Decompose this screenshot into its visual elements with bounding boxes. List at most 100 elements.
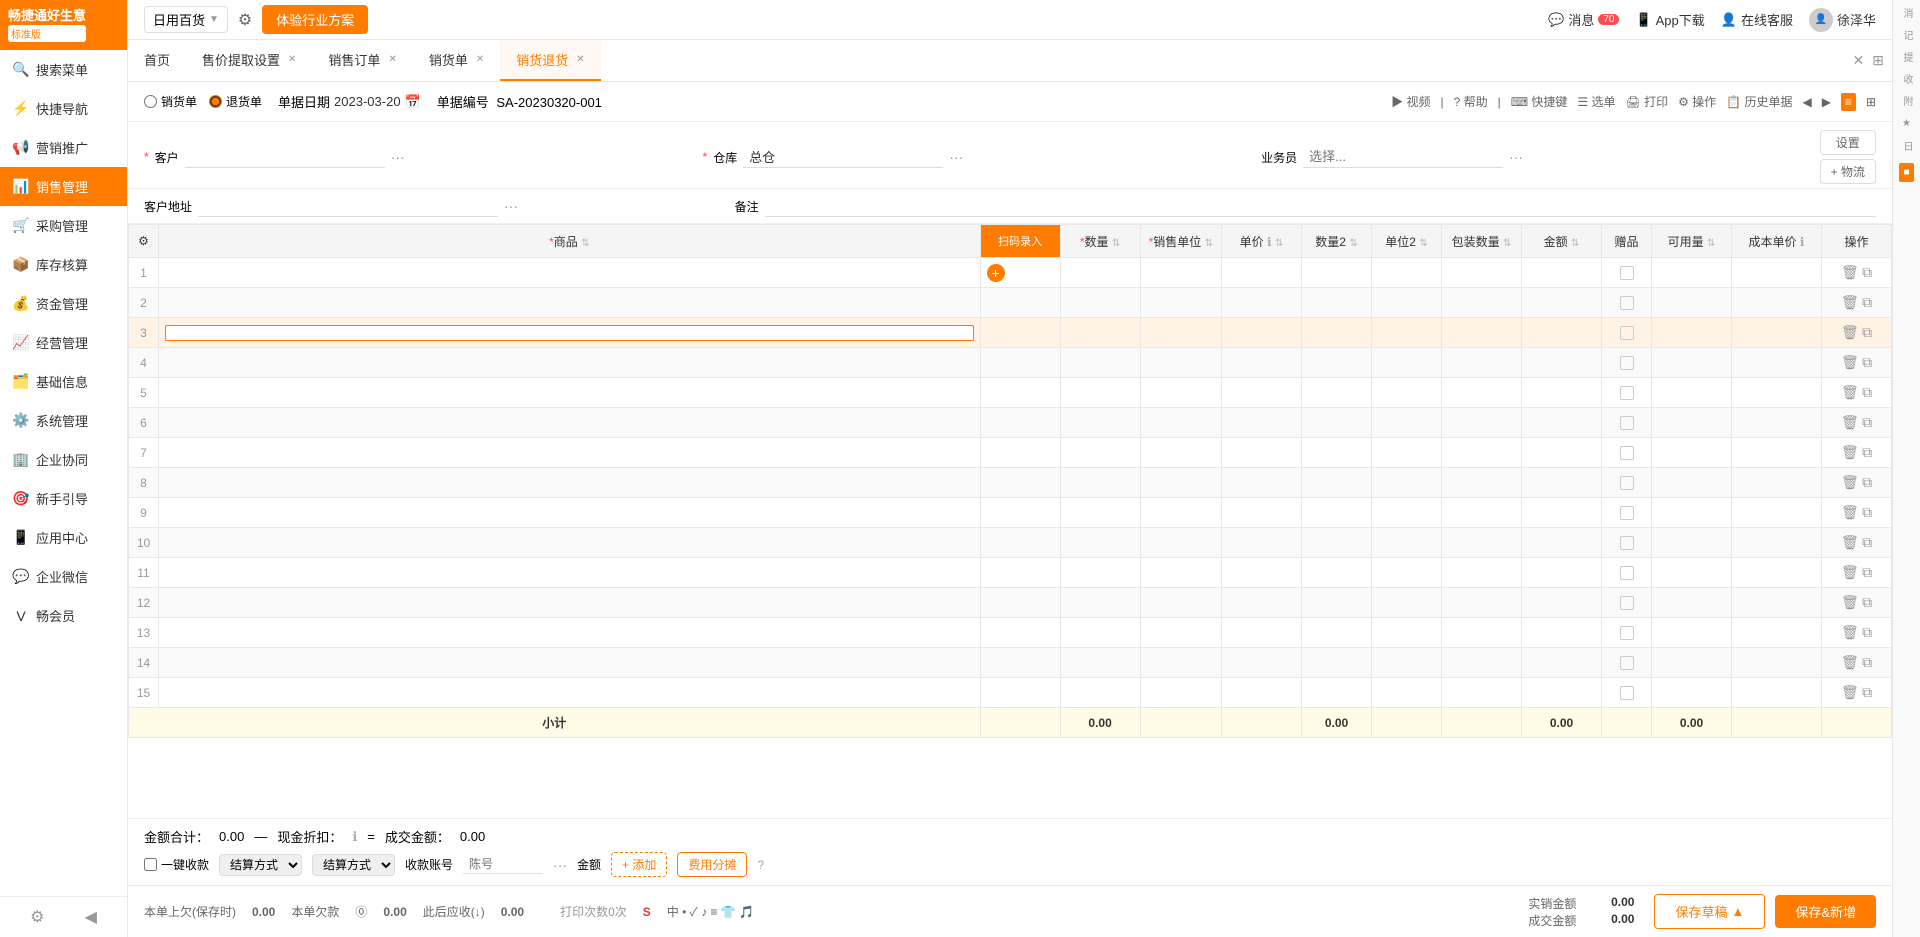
row-10-gift[interactable] <box>1602 528 1652 558</box>
row-13-pack[interactable] <box>1442 618 1522 648</box>
row-15-gift[interactable] <box>1602 678 1652 708</box>
logistics-btn[interactable]: + 物流 <box>1820 159 1876 184</box>
row-6-price[interactable] <box>1222 408 1302 438</box>
row-3-amount[interactable] <box>1522 318 1602 348</box>
sidebar-item-wechat[interactable]: 💬 企业微信 <box>0 557 127 596</box>
row-3-unit2[interactable] <box>1372 318 1442 348</box>
row-15-pack[interactable] <box>1442 678 1522 708</box>
row-4-product[interactable] <box>159 348 981 378</box>
row-copy-btn[interactable]: ⧉ <box>1862 504 1872 521</box>
row-1-pack[interactable] <box>1442 258 1522 288</box>
row-8-cost[interactable] <box>1732 468 1822 498</box>
row-12-qty2[interactable] <box>1302 588 1372 618</box>
row-13-gift[interactable] <box>1602 618 1652 648</box>
row-8-pack[interactable] <box>1442 468 1522 498</box>
row-6-qty2[interactable] <box>1302 408 1372 438</box>
row-3-price[interactable] <box>1222 318 1302 348</box>
row-delete-btn[interactable]: 🗑 <box>1841 294 1859 311</box>
add-payment-btn[interactable]: + 添加 <box>611 852 667 877</box>
trial-btn[interactable]: 体验行业方案 <box>262 5 368 34</box>
row-11-avail[interactable] <box>1652 558 1732 588</box>
row-copy-btn[interactable]: ⧉ <box>1862 684 1872 701</box>
th-scan[interactable]: 扫码录入 <box>980 225 1060 258</box>
row-2-amount[interactable] <box>1522 288 1602 318</box>
row-13-amount[interactable] <box>1522 618 1602 648</box>
history-btn[interactable]: 📋 历史单据 <box>1726 93 1792 110</box>
row-5-pack[interactable] <box>1442 378 1522 408</box>
row-1-qty[interactable] <box>1060 258 1140 288</box>
row-delete-btn[interactable]: 🗑 <box>1841 444 1859 461</box>
row-10-pack[interactable] <box>1442 528 1522 558</box>
shortcut-key-btn[interactable]: ⌨ 快捷键 <box>1511 93 1568 110</box>
tab-price-settings-close-icon[interactable]: ✕ <box>288 54 296 65</box>
discount-info-icon[interactable]: ℹ <box>352 829 357 845</box>
gift-checkbox[interactable] <box>1620 536 1634 550</box>
settle-method-select[interactable]: 结算方式 <box>219 854 302 876</box>
topbar-gear-icon[interactable]: ⚙ <box>238 10 252 30</box>
row-4-unit2[interactable] <box>1372 348 1442 378</box>
row-3-avail[interactable] <box>1652 318 1732 348</box>
sidebar-item-sales[interactable]: 📊 销售管理 <box>0 167 127 206</box>
row-copy-btn[interactable]: ⧉ <box>1862 474 1872 491</box>
row-copy-btn[interactable]: ⧉ <box>1862 594 1872 611</box>
operate-btn[interactable]: ⚙ 操作 <box>1678 93 1716 110</box>
row-3-unit[interactable] <box>1140 318 1221 348</box>
radio-sales-input[interactable] <box>144 95 157 108</box>
row-14-amount[interactable] <box>1522 648 1602 678</box>
row-4-cost[interactable] <box>1732 348 1822 378</box>
collapse-sidebar-icon[interactable]: ◀ <box>85 907 97 927</box>
row-14-price[interactable] <box>1222 648 1302 678</box>
row-9-cost[interactable] <box>1732 498 1822 528</box>
row-13-unit2[interactable] <box>1372 618 1442 648</box>
row-14-unit[interactable] <box>1140 648 1221 678</box>
th-qty-sort-icon[interactable]: ⇅ <box>1112 238 1120 249</box>
th-unit-sort-icon[interactable]: ⇅ <box>1205 238 1213 249</box>
row-1-amount[interactable] <box>1522 258 1602 288</box>
row-5-unit[interactable] <box>1140 378 1221 408</box>
row-10-cost[interactable] <box>1732 528 1822 558</box>
row-15-product[interactable] <box>159 678 981 708</box>
row-9-product[interactable] <box>159 498 981 528</box>
row-13-cost[interactable] <box>1732 618 1822 648</box>
row-5-gift[interactable] <box>1602 378 1652 408</box>
row-delete-btn[interactable]: 🗑 <box>1841 474 1859 491</box>
row-9-price[interactable] <box>1222 498 1302 528</box>
row-delete-btn[interactable]: 🗑 <box>1841 384 1859 401</box>
row-8-amount[interactable] <box>1522 468 1602 498</box>
row-1-product[interactable] <box>159 258 981 288</box>
gift-checkbox[interactable] <box>1620 296 1634 310</box>
row-8-unit2[interactable] <box>1372 468 1442 498</box>
tab-sales-order-close-icon[interactable]: ✕ <box>388 54 396 65</box>
tab-sales-return-close-icon[interactable]: ✕ <box>576 54 584 65</box>
sidebar-item-marketing[interactable]: 📢 营销推广 <box>0 128 127 167</box>
row-7-qty[interactable] <box>1060 438 1140 468</box>
row-3-product[interactable] <box>159 318 981 348</box>
settings-btn[interactable]: 设置 <box>1820 130 1876 155</box>
row-12-amount[interactable] <box>1522 588 1602 618</box>
row-1-gift[interactable] <box>1602 258 1652 288</box>
row-4-qty2[interactable] <box>1302 348 1372 378</box>
row-12-price[interactable] <box>1222 588 1302 618</box>
calendar-icon[interactable]: 📅 <box>405 94 421 110</box>
row-7-gift[interactable] <box>1602 438 1652 468</box>
row-6-gift[interactable] <box>1602 408 1652 438</box>
sidebar-item-inventory[interactable]: 📦 库存核算 <box>0 245 127 284</box>
row-7-price[interactable] <box>1222 438 1302 468</box>
row-12-unit2[interactable] <box>1372 588 1442 618</box>
row-10-avail[interactable] <box>1652 528 1732 558</box>
fee-split-btn[interactable]: 费用分摊 <box>677 852 747 877</box>
th-product-sort-icon[interactable]: ⇅ <box>581 238 589 249</box>
gift-checkbox[interactable] <box>1620 566 1634 580</box>
row-9-avail[interactable] <box>1652 498 1732 528</box>
tab-home[interactable]: 首页 <box>128 40 186 81</box>
row-9-pack[interactable] <box>1442 498 1522 528</box>
row-4-gift[interactable] <box>1602 348 1652 378</box>
row-7-cost[interactable] <box>1732 438 1822 468</box>
row-15-avail[interactable] <box>1652 678 1732 708</box>
row-3-cost[interactable] <box>1732 318 1822 348</box>
row-15-unit[interactable] <box>1140 678 1221 708</box>
product-input[interactable] <box>165 325 974 341</box>
category-select[interactable]: 日用百货 ▼ <box>144 6 228 33</box>
row-12-cost[interactable] <box>1732 588 1822 618</box>
address-picker-btn[interactable]: ··· <box>504 198 518 214</box>
